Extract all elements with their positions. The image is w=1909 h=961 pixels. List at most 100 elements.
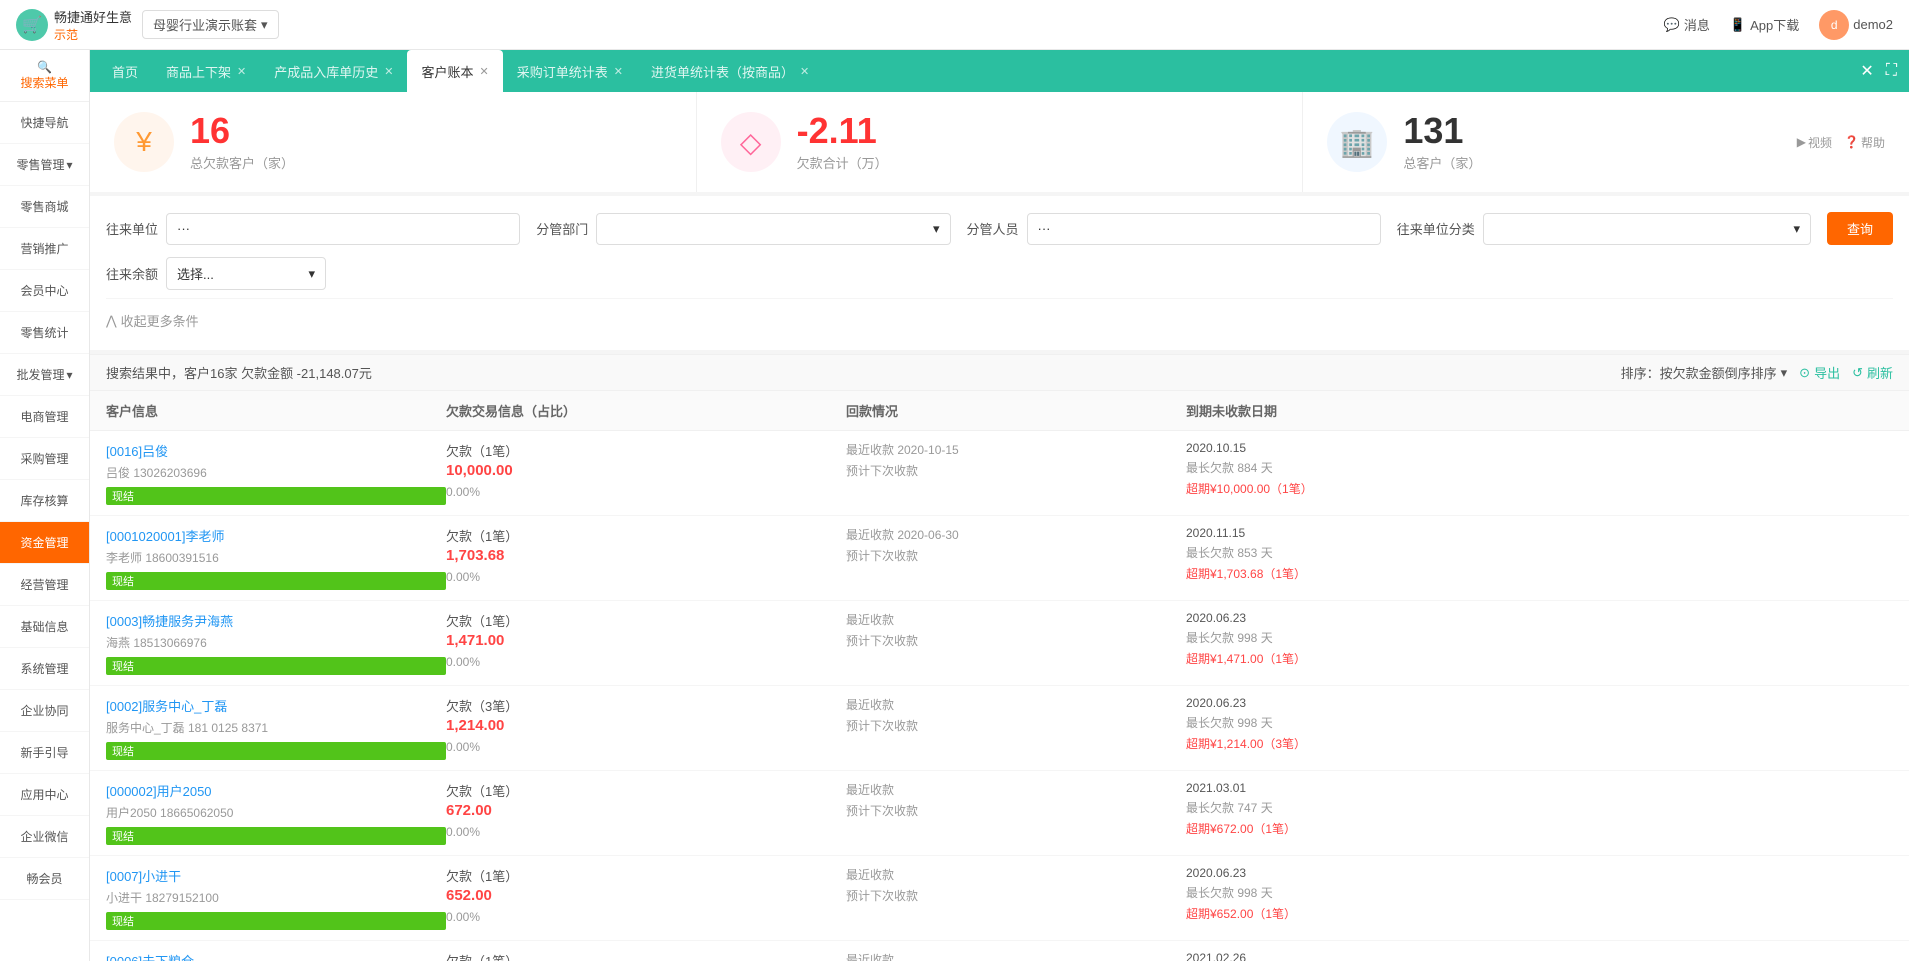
filter-person: 分管人员 ··· — [967, 213, 1381, 245]
sidebar-item-retail-mall[interactable]: 零售商城 — [0, 186, 89, 228]
customer-name-3[interactable]: [0002]服务中心_丁磊 — [106, 696, 446, 715]
table-row: [0016]吕俊 吕俊 13026203696 现结 欠款（1笔） 10,000… — [90, 431, 1909, 516]
filter-unit-class: 往来单位分类 ▾ — [1397, 213, 1811, 245]
help-action[interactable]: ❓ 帮助 — [1844, 134, 1885, 151]
brand-name: 畅捷通好生意 — [54, 7, 132, 26]
customer-name-2[interactable]: [0003]畅捷服务尹海燕 — [106, 611, 446, 630]
summary-card-debt-customers: ¥ 16 总欠款客户（家） — [90, 92, 697, 192]
col-header-customer: 客户信息 — [106, 401, 446, 420]
tab-close-icon[interactable]: ✕ — [237, 65, 246, 78]
tab-customer-ledger[interactable]: 客户账本 ✕ — [407, 50, 502, 92]
person-input[interactable]: ··· — [1027, 213, 1381, 245]
sidebar-item-member[interactable]: 会员中心 — [0, 270, 89, 312]
tab-bar-end: ✕ ⛶ — [1856, 61, 1901, 81]
customer-name-0[interactable]: [0016]吕俊 — [106, 441, 446, 460]
user-avatar-button[interactable]: d demo2 — [1819, 10, 1893, 40]
table-row: [0002]服务中心_丁磊 服务中心_丁磊 181 0125 8371 现结 欠… — [90, 686, 1909, 771]
debt-count-0: 欠款（1笔） — [446, 441, 846, 460]
source-unit-label: 往来单位 — [106, 219, 158, 238]
sidebar-item-member2[interactable]: 畅会员 — [0, 858, 89, 900]
summary-card-total-customers: 🏢 131 总客户（家） ▶ 视频 ❓ 帮助 — [1303, 92, 1909, 192]
tab-close-all-icon[interactable]: ✕ — [1856, 61, 1877, 81]
sidebar-item-wholesale[interactable]: 批发管理 ▾ — [0, 354, 89, 396]
customer-contact-0: 吕俊 13026203696 — [106, 464, 446, 481]
search-icon: 🔍 — [37, 60, 52, 74]
unit-class-input[interactable]: ▾ — [1483, 213, 1811, 245]
sidebar-item-app-center[interactable]: 应用中心 — [0, 774, 89, 816]
store-dropdown-icon: ▾ — [261, 17, 268, 33]
customer-tag-0: 现结 — [106, 487, 446, 505]
sidebar-item-finance[interactable]: 资金管理 — [0, 522, 89, 564]
sidebar-item-retail-mgmt[interactable]: 零售管理 ▾ — [0, 144, 89, 186]
table-row: [0006]去下粮仓 陈小帅 现结 欠款（1笔） 455.90 0.00% 最近… — [90, 941, 1909, 961]
tab-fullscreen-icon[interactable]: ⛶ — [1882, 62, 1901, 80]
tab-purchase-by-product[interactable]: 进货单统计表（按商品） ✕ — [637, 50, 823, 92]
sidebar-item-operations[interactable]: 经营管理 — [0, 564, 89, 606]
help-icon: ❓ — [1844, 135, 1859, 149]
tab-close-icon-4[interactable]: ✕ — [614, 65, 623, 78]
sidebar-item-ecommerce[interactable]: 电商管理 — [0, 396, 89, 438]
dept-arrow-icon: ▾ — [933, 221, 940, 237]
tab-product-listing[interactable]: 商品上下架 ✕ — [152, 50, 260, 92]
summary-cards: ¥ 16 总欠款客户（家） ◇ -2.11 欠款合计（万） — [90, 92, 1909, 192]
video-action[interactable]: ▶ 视频 — [1797, 134, 1832, 151]
card-number-2: -2.11 — [797, 113, 888, 149]
col-header-due: 到期未收款日期 — [1186, 401, 1893, 420]
sidebar-item-system[interactable]: 系统管理 — [0, 648, 89, 690]
results-info: 搜索结果中，客户16家 欠款金额 -21,148.07元 — [106, 363, 372, 382]
tab-home[interactable]: 首页 — [98, 50, 152, 92]
app-download-button[interactable]: 📱 App下载 — [1730, 15, 1799, 34]
refresh-button[interactable]: ↺ 刷新 — [1852, 363, 1893, 382]
tab-stock-history[interactable]: 产成品入库单历史 ✕ — [260, 50, 407, 92]
sidebar-item-retail-stats[interactable]: 零售统计 — [0, 312, 89, 354]
debt-amount-0: 10,000.00 — [446, 462, 846, 479]
sidebar-item-purchase[interactable]: 采购管理 — [0, 438, 89, 480]
sort-select[interactable]: 排序：按欠款金额倒序排序 ▾ — [1621, 363, 1788, 382]
sidebar-item-quick-nav: 快捷导航 — [0, 102, 89, 144]
unit-class-label: 往来单位分类 — [1397, 219, 1475, 238]
collapse-button[interactable]: ⋀ 收起更多条件 — [106, 307, 1893, 334]
balance-placeholder: 选择... — [177, 264, 214, 283]
max-days-0: 最长欠款 884 天 — [1186, 459, 1893, 476]
overdue-0[interactable]: 超期¥10,000.00（1笔） — [1186, 480, 1893, 497]
dept-label: 分管部门 — [536, 219, 588, 238]
tab-close-icon-3[interactable]: ✕ — [480, 65, 489, 78]
card-number-3: 131 — [1403, 113, 1481, 149]
tab-close-icon-5[interactable]: ✕ — [800, 65, 809, 78]
card-icon-1: ¥ — [114, 112, 174, 172]
brand-tag: 示范 — [54, 26, 132, 43]
sidebar-item-wechat[interactable]: 企业微信 — [0, 816, 89, 858]
sidebar-search[interactable]: 🔍 搜索菜单 — [0, 50, 89, 102]
customer-name-1[interactable]: [0001020001]李老师 — [106, 526, 446, 545]
sidebar-item-marketing[interactable]: 营销推广 — [0, 228, 89, 270]
source-unit-input[interactable]: ··· — [166, 213, 520, 245]
refresh-icon: ↺ — [1852, 365, 1863, 381]
tab-purchase-stats[interactable]: 采购订单统计表 ✕ — [503, 50, 637, 92]
customer-name-4[interactable]: [000002]用户2050 — [106, 781, 446, 800]
card-label-1: 总欠款客户（家） — [190, 153, 294, 172]
tab-close-icon-2[interactable]: ✕ — [384, 65, 393, 78]
sidebar-item-guide[interactable]: 新手引导 — [0, 732, 89, 774]
avatar: d — [1819, 10, 1849, 40]
tab-bar: 首页 商品上下架 ✕ 产成品入库单历史 ✕ 客户账本 ✕ 采购订单统计表 ✕ — [90, 50, 1909, 92]
message-icon: 💬 — [1664, 17, 1680, 33]
table-row: [000002]用户2050 用户2050 18665062050 现结 欠款（… — [90, 771, 1909, 856]
card-number-1: 16 — [190, 113, 294, 149]
sidebar-item-stock[interactable]: 库存核算 — [0, 480, 89, 522]
balance-arrow-icon: ▾ — [308, 266, 315, 282]
dept-input[interactable]: ▾ — [596, 213, 950, 245]
message-button[interactable]: 💬 消息 — [1664, 15, 1710, 34]
balance-select[interactable]: 选择... ▾ — [166, 257, 326, 290]
sort-label: 排序：按欠款金额倒序排序 — [1621, 363, 1777, 382]
store-selector[interactable]: 母婴行业演示账套 ▾ — [142, 10, 279, 39]
export-button[interactable]: ⊙ 导出 — [1799, 363, 1840, 382]
filter-balance: 往来余额 选择... ▾ — [106, 257, 1893, 290]
sidebar-item-basic-info[interactable]: 基础信息 — [0, 606, 89, 648]
table-row: [0007]小进干 小进干 18279152100 现结 欠款（1笔） 652.… — [90, 856, 1909, 941]
customer-name-6[interactable]: [0006]去下粮仓 — [106, 951, 446, 961]
search-button[interactable]: 查询 — [1827, 212, 1893, 245]
store-name: 母婴行业演示账套 — [153, 15, 257, 34]
customer-name-5[interactable]: [0007]小进干 — [106, 866, 446, 885]
sidebar-item-enterprise[interactable]: 企业协同 — [0, 690, 89, 732]
col-header-debt: 欠款交易信息（占比） — [446, 401, 846, 420]
